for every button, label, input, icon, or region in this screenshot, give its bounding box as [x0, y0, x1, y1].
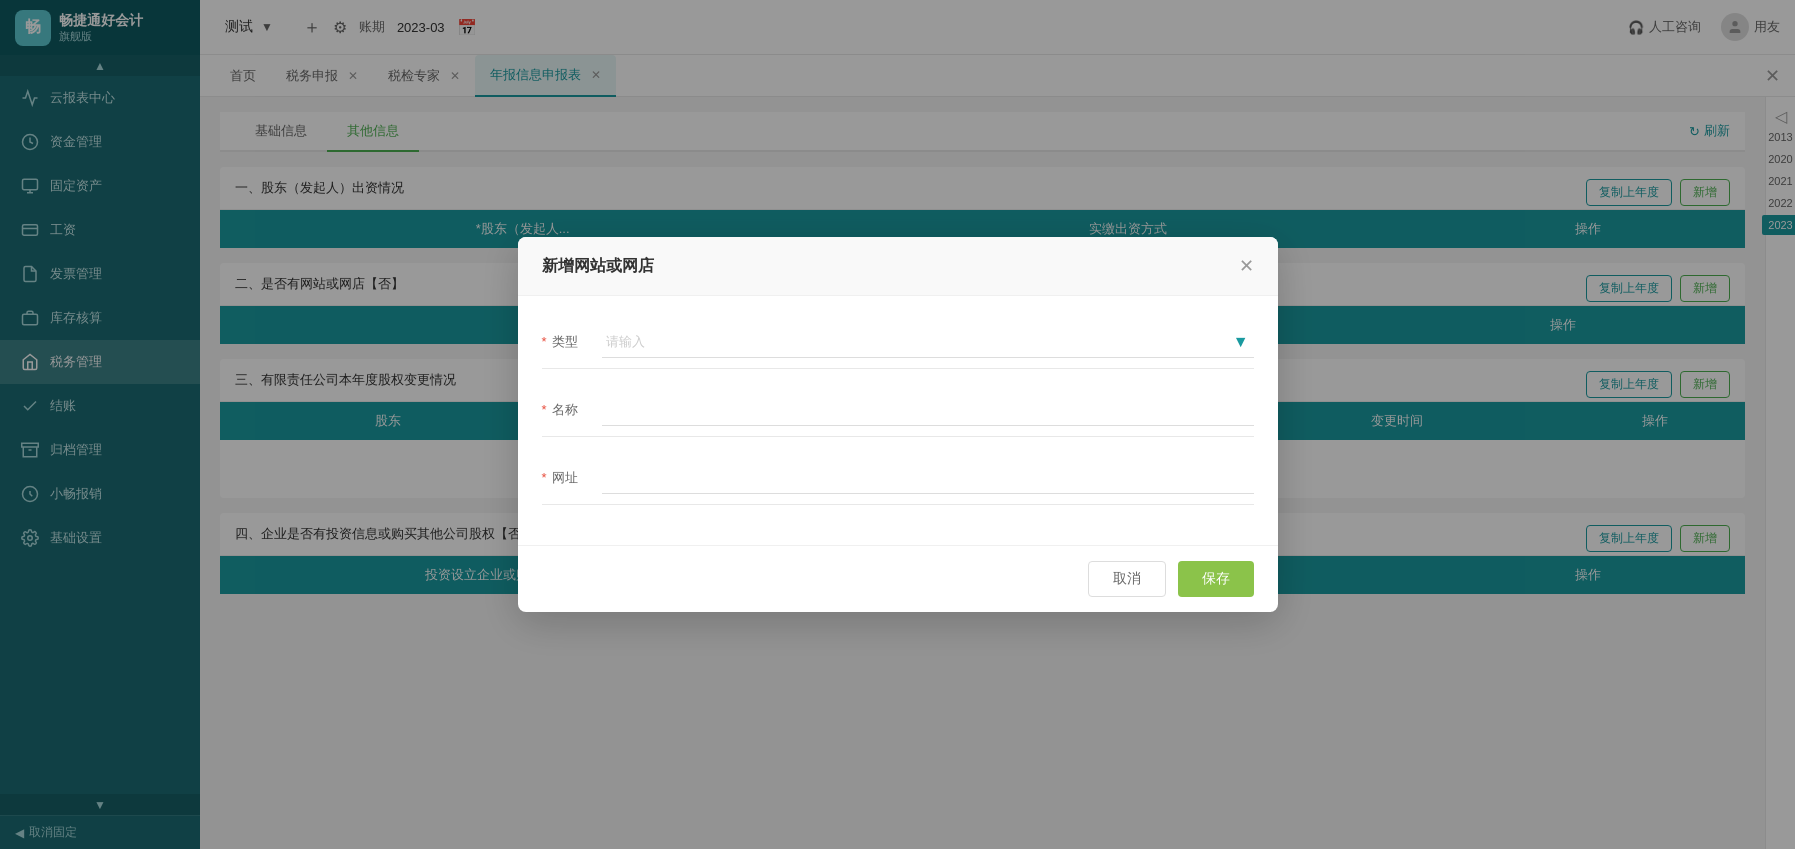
url-label: * 网址 [542, 469, 602, 487]
add-website-dialog: 新增网站或网店 ✕ * 类型 ▼ * 名称 [518, 237, 1278, 612]
type-label: * 类型 [542, 333, 602, 351]
dialog-overlay: 新增网站或网店 ✕ * 类型 ▼ * 名称 [0, 0, 1795, 849]
name-input[interactable] [602, 394, 1254, 426]
divider-3 [542, 504, 1254, 505]
dialog-title: 新增网站或网店 [542, 256, 654, 277]
save-btn[interactable]: 保存 [1178, 561, 1254, 597]
divider-1 [542, 368, 1254, 369]
required-star-name: * [542, 402, 547, 417]
url-input[interactable] [602, 462, 1254, 494]
url-label-text: 网址 [552, 470, 578, 485]
type-input-wrap: ▼ [602, 326, 1254, 358]
required-star-url: * [542, 470, 547, 485]
name-label: * 名称 [542, 401, 602, 419]
form-field-url: * 网址 [542, 462, 1254, 494]
required-star: * [542, 334, 547, 349]
dialog-header: 新增网站或网店 ✕ [518, 237, 1278, 296]
divider-2 [542, 436, 1254, 437]
form-field-name: * 名称 [542, 394, 1254, 426]
dialog-footer: 取消 保存 [518, 545, 1278, 612]
type-label-text: 类型 [552, 334, 578, 349]
cancel-btn[interactable]: 取消 [1088, 561, 1166, 597]
type-input[interactable] [602, 326, 1254, 358]
form-field-type: * 类型 ▼ [542, 326, 1254, 358]
dialog-close-btn[interactable]: ✕ [1239, 255, 1254, 277]
name-input-wrap [602, 394, 1254, 426]
name-label-text: 名称 [552, 402, 578, 417]
dialog-body: * 类型 ▼ * 名称 [518, 296, 1278, 545]
type-dropdown-icon[interactable]: ▼ [1233, 333, 1249, 351]
url-input-wrap [602, 462, 1254, 494]
